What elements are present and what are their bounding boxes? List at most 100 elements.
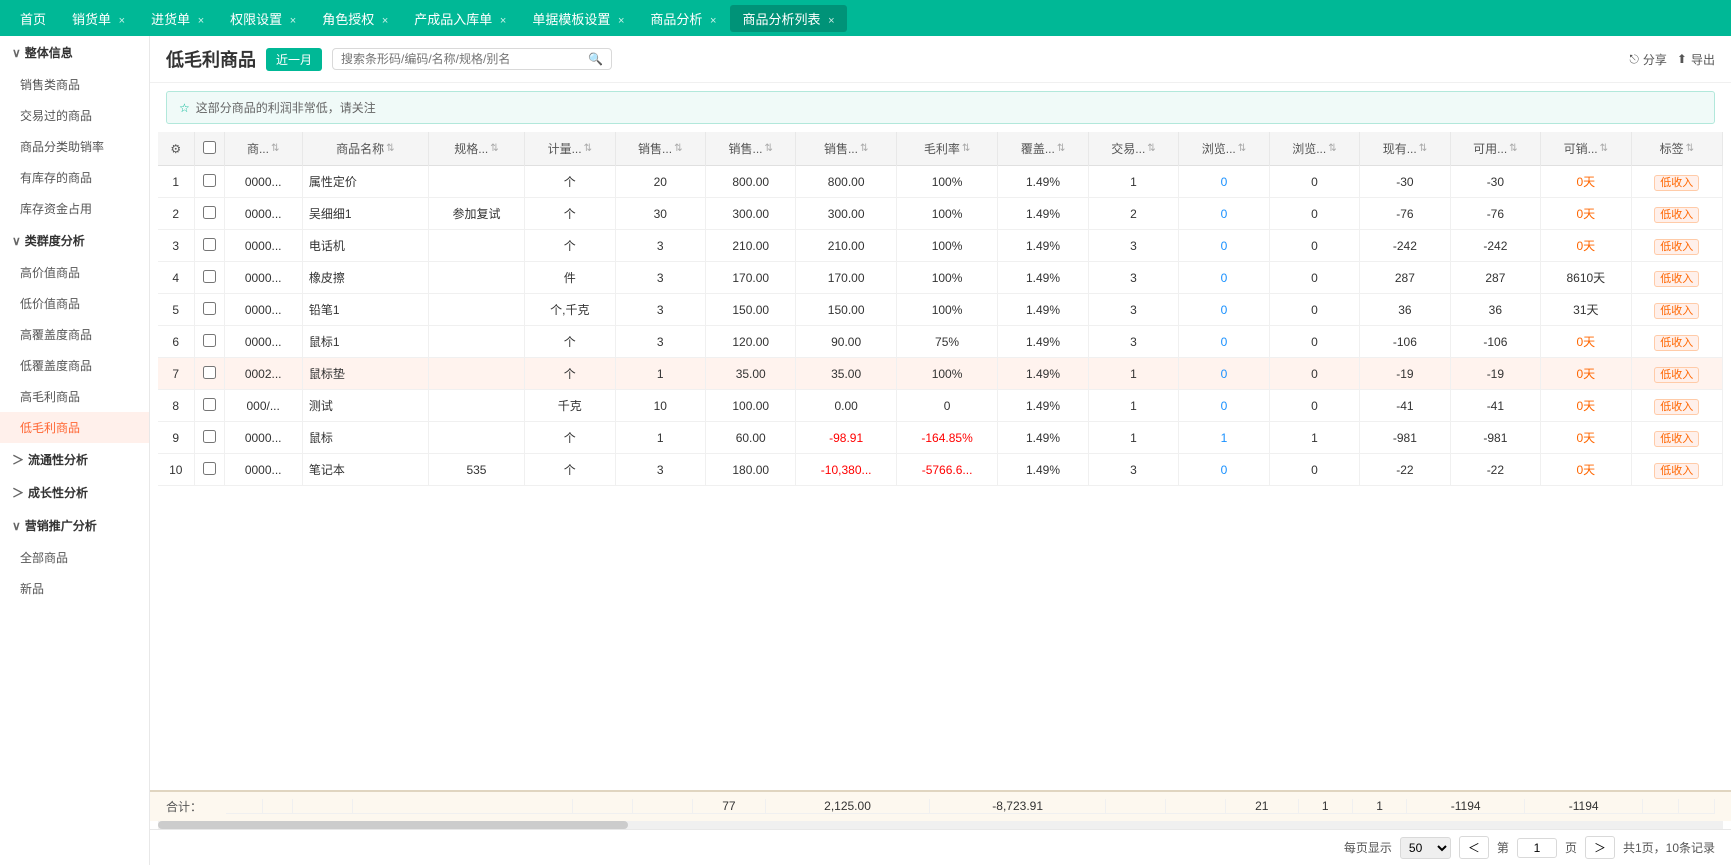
col-unit[interactable]: 计量...⇅ [525, 132, 615, 166]
close-icon[interactable]: × [710, 15, 716, 27]
col-spec[interactable]: 规格...⇅ [428, 132, 524, 166]
row-checkbox[interactable] [203, 206, 216, 219]
row-checkbox[interactable] [203, 398, 216, 411]
date-filter-button[interactable]: 近一月 [266, 48, 322, 71]
page-number-input[interactable] [1517, 838, 1557, 858]
row-checkbox-cell[interactable] [194, 198, 224, 230]
sidebar-item-stock-capital[interactable]: 库存资金占用 [0, 193, 149, 224]
col-checkbox[interactable] [194, 132, 224, 166]
row-trade: 3 [1088, 294, 1178, 326]
sidebar-item-high-margin[interactable]: 高毛利商品 [0, 381, 149, 412]
row-browse1[interactable]: 0 [1179, 390, 1269, 422]
row-checkbox[interactable] [203, 430, 216, 443]
row-checkbox[interactable] [203, 174, 216, 187]
nav-purchase[interactable]: 进货单 × [139, 5, 216, 32]
sidebar-item-high-coverage[interactable]: 高覆盖度商品 [0, 319, 149, 350]
col-available[interactable]: 可用...⇅ [1450, 132, 1540, 166]
row-checkbox[interactable] [203, 302, 216, 315]
col-sales-profit[interactable]: 销售...⇅ [796, 132, 896, 166]
sidebar-item-traded-goods[interactable]: 交易过的商品 [0, 100, 149, 131]
col-gross-rate[interactable]: 毛利率⇅ [896, 132, 997, 166]
sidebar-item-sales-goods[interactable]: 销售类商品 [0, 69, 149, 100]
page-size-select[interactable]: 50 100 200 [1400, 837, 1451, 859]
select-all-checkbox[interactable] [203, 141, 216, 154]
search-input[interactable] [341, 52, 588, 66]
row-checkbox[interactable] [203, 462, 216, 475]
sidebar-item-low-coverage[interactable]: 低覆盖度商品 [0, 350, 149, 381]
col-sellable[interactable]: 可销...⇅ [1541, 132, 1631, 166]
row-checkbox-cell[interactable] [194, 294, 224, 326]
search-icon[interactable]: 🔍 [588, 52, 603, 66]
sidebar-group-cluster[interactable]: ∨类群度分析 [0, 224, 149, 257]
sidebar-group-marketing[interactable]: ∨营销推广分析 [0, 509, 149, 542]
row-current: -22 [1360, 454, 1450, 486]
col-sales-price[interactable]: 销售...⇅ [705, 132, 795, 166]
row-checkbox-cell[interactable] [194, 230, 224, 262]
nav-template[interactable]: 单据模板设置 × [520, 5, 636, 32]
col-current[interactable]: 现有...⇅ [1360, 132, 1450, 166]
sidebar-item-all-goods[interactable]: 全部商品 [0, 542, 149, 573]
sidebar-group-circulation[interactable]: ＞流通性分析 [0, 443, 149, 476]
row-code: 0000... [224, 294, 302, 326]
col-trade[interactable]: 交易...⇅ [1088, 132, 1178, 166]
row-browse1[interactable]: 0 [1179, 358, 1269, 390]
close-icon[interactable]: × [119, 15, 125, 27]
col-name[interactable]: 商品名称⇅ [302, 132, 428, 166]
sidebar-item-low-value[interactable]: 低价值商品 [0, 288, 149, 319]
share-button[interactable]: ⎋ 分享 [1629, 51, 1667, 68]
sidebar-item-high-value[interactable]: 高价值商品 [0, 257, 149, 288]
col-coverage[interactable]: 覆盖...⇅ [998, 132, 1088, 166]
close-icon[interactable]: × [382, 15, 388, 27]
row-checkbox-cell[interactable] [194, 166, 224, 198]
close-icon[interactable]: × [500, 15, 506, 27]
row-checkbox[interactable] [203, 366, 216, 379]
row-sales-qty: 3 [615, 262, 705, 294]
row-checkbox[interactable] [203, 270, 216, 283]
close-icon[interactable]: × [290, 15, 296, 27]
sidebar-item-low-margin[interactable]: 低毛利商品 [0, 412, 149, 443]
row-checkbox[interactable] [203, 334, 216, 347]
row-sales-profit: 150.00 [796, 294, 896, 326]
row-checkbox-cell[interactable] [194, 390, 224, 422]
next-page-button[interactable]: ＞ [1585, 836, 1615, 859]
sidebar-item-stocked-goods[interactable]: 有库存的商品 [0, 162, 149, 193]
row-browse1[interactable]: 0 [1179, 454, 1269, 486]
row-browse1[interactable]: 0 [1179, 198, 1269, 230]
horizontal-scrollbar[interactable] [158, 821, 1723, 829]
col-code[interactable]: 商...⇅ [224, 132, 302, 166]
row-checkbox-cell[interactable] [194, 358, 224, 390]
sidebar-group-growth[interactable]: ＞成长性分析 [0, 476, 149, 509]
nav-goods-analysis[interactable]: 商品分析 × [638, 5, 728, 32]
close-icon[interactable]: × [618, 15, 624, 27]
prev-page-button[interactable]: ＜ [1459, 836, 1489, 859]
nav-permission[interactable]: 权限设置 × [218, 5, 308, 32]
row-checkbox-cell[interactable] [194, 454, 224, 486]
nav-home[interactable]: 首页 [8, 5, 58, 32]
row-browse1[interactable]: 1 [1179, 422, 1269, 454]
row-checkbox[interactable] [203, 238, 216, 251]
sidebar-item-category-rate[interactable]: 商品分类助销率 [0, 131, 149, 162]
row-browse1[interactable]: 0 [1179, 326, 1269, 358]
nav-goods-analysis-list[interactable]: 商品分析列表 × [730, 5, 846, 32]
nav-role[interactable]: 角色授权 × [310, 5, 400, 32]
col-browse1[interactable]: 浏览...⇅ [1179, 132, 1269, 166]
col-browse2[interactable]: 浏览...⇅ [1269, 132, 1359, 166]
nav-product-in[interactable]: 产成品入库单 × [402, 5, 518, 32]
sidebar-group-overall[interactable]: ∨整体信息 [0, 36, 149, 69]
col-settings[interactable]: ⚙ [158, 132, 194, 166]
row-name: 电话机 [302, 230, 428, 262]
sidebar-item-new-goods[interactable]: 新品 [0, 573, 149, 604]
row-checkbox-cell[interactable] [194, 422, 224, 454]
row-browse1[interactable]: 0 [1179, 230, 1269, 262]
row-browse1[interactable]: 0 [1179, 262, 1269, 294]
row-browse1[interactable]: 0 [1179, 166, 1269, 198]
nav-sales[interactable]: 销货单 × [60, 5, 137, 32]
close-icon[interactable]: × [828, 15, 834, 27]
col-tag[interactable]: 标签⇅ [1631, 132, 1722, 166]
export-button[interactable]: ⬆ 导出 [1677, 51, 1715, 68]
row-checkbox-cell[interactable] [194, 326, 224, 358]
row-browse1[interactable]: 0 [1179, 294, 1269, 326]
row-checkbox-cell[interactable] [194, 262, 224, 294]
col-sales-qty[interactable]: 销售...⇅ [615, 132, 705, 166]
close-icon[interactable]: × [198, 15, 204, 27]
